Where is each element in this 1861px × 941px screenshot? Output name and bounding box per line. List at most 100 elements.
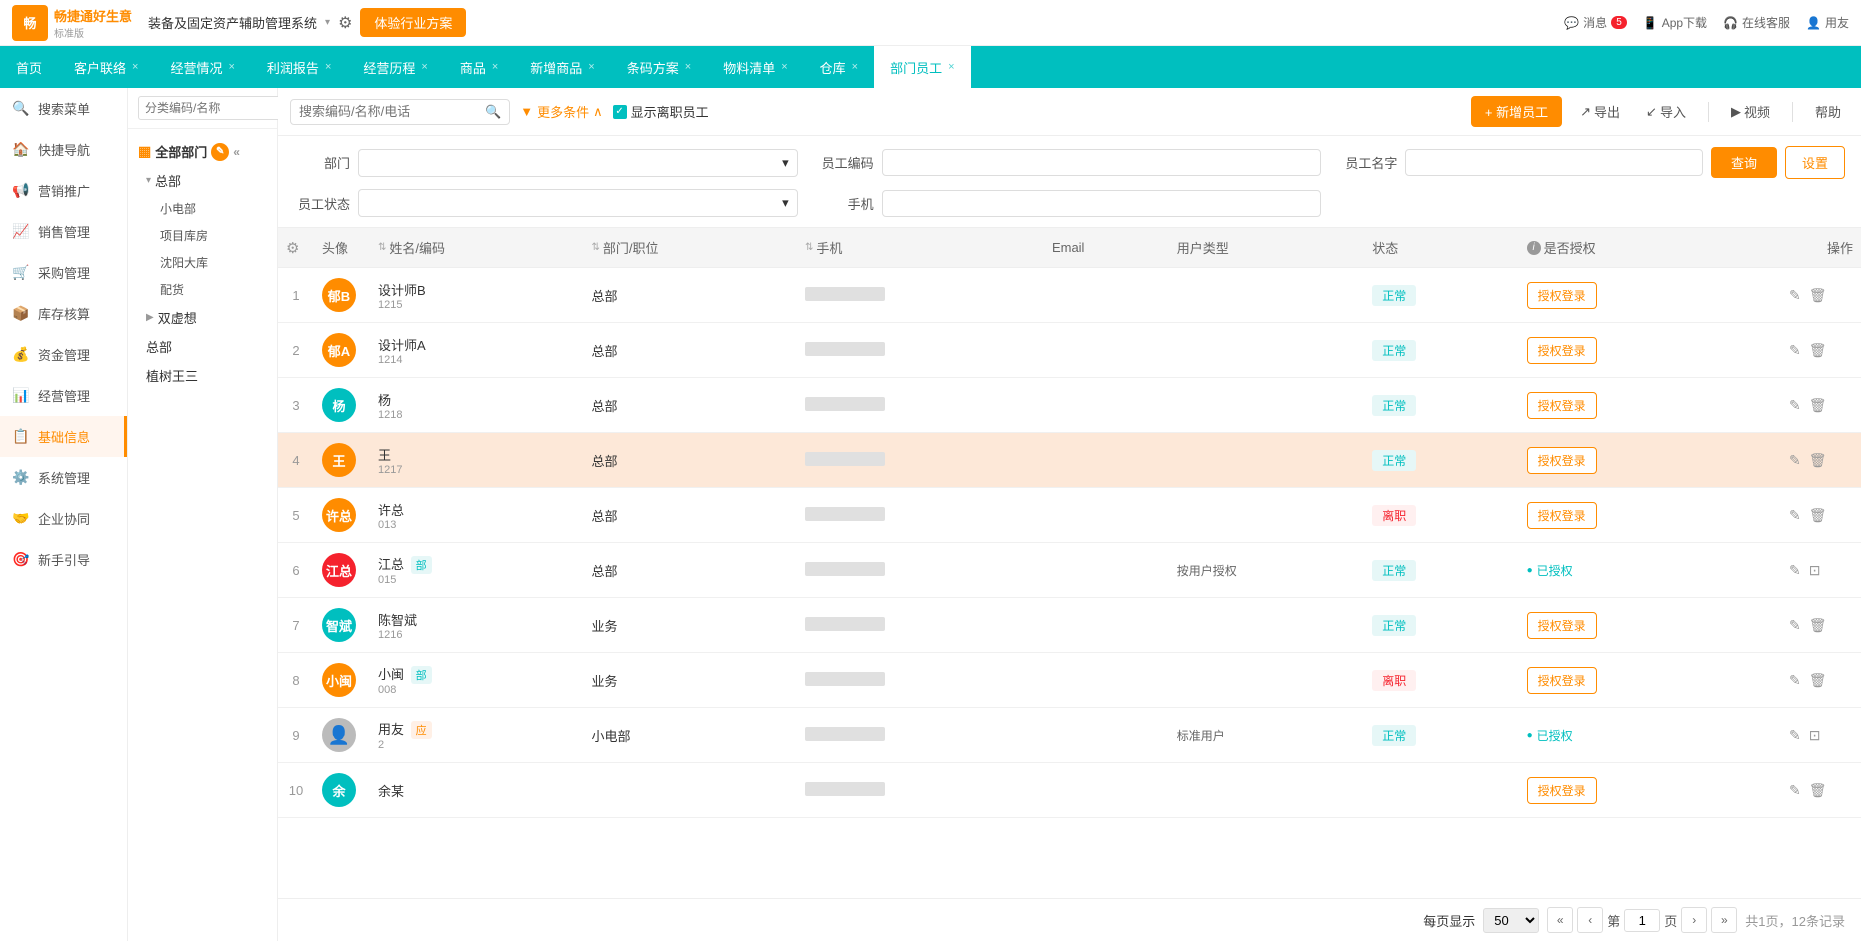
edit-icon-1[interactable]: ✎ (1789, 287, 1801, 304)
search-input[interactable] (299, 104, 479, 119)
tab-bom[interactable]: 物料清单× (707, 46, 803, 88)
delete-icon-4[interactable]: 🗑 (1809, 452, 1827, 469)
auth-btn-2[interactable]: 授权登录 (1527, 337, 1597, 364)
settings-icon[interactable]: ⚙ (286, 240, 299, 257)
show-resigned-toggle[interactable]: ✓ 显示离职员工 (613, 102, 709, 121)
tab-newgoods-close[interactable]: × (588, 61, 594, 73)
set-button[interactable]: 设置 (1785, 146, 1845, 179)
auth-info-icon[interactable]: i (1527, 241, 1541, 255)
tab-dept-employee[interactable]: 部门员工× (874, 46, 970, 88)
auth-btn-3[interactable]: 授权登录 (1527, 392, 1597, 419)
edit-icon-10[interactable]: ✎ (1789, 782, 1801, 799)
tab-customer-close[interactable]: × (132, 61, 138, 73)
auth-btn-4[interactable]: 授权登录 (1527, 447, 1597, 474)
delete-icon-8[interactable]: 🗑 (1809, 672, 1827, 689)
user-action[interactable]: 👤 用友 (1806, 14, 1849, 31)
export-btn[interactable]: ↗ 导出 (1572, 98, 1628, 125)
prev-page-btn[interactable]: ‹ (1577, 907, 1603, 933)
sidebar-item-basic[interactable]: 📋 基础信息 (0, 416, 127, 457)
view-btn[interactable]: ▶ 视频 (1723, 98, 1778, 125)
dept-edit-icon[interactable]: ✎ (211, 143, 229, 161)
next-page-btn[interactable]: › (1681, 907, 1707, 933)
sidebar-item-finance[interactable]: 💰 资金管理 (0, 334, 127, 375)
sidebar-item-quicknav[interactable]: 🏠 快捷导航 (0, 129, 127, 170)
auth-btn-10[interactable]: 授权登录 (1527, 777, 1597, 804)
tab-bom-close[interactable]: × (781, 61, 787, 73)
copy-icon-6[interactable]: ⊡ (1809, 562, 1821, 579)
add-employee-button[interactable]: + 新增员工 (1471, 96, 1562, 127)
sidebar-item-search[interactable]: 🔍 搜索菜单 (0, 88, 127, 129)
delete-icon-3[interactable]: 🗑 (1809, 397, 1827, 414)
sidebar-item-collab[interactable]: 🤝 企业协同 (0, 498, 127, 539)
tab-profit[interactable]: 利润报告× (251, 46, 347, 88)
help-btn[interactable]: 帮助 (1807, 98, 1849, 125)
sidebar-item-system[interactable]: ⚙️ 系统管理 (0, 457, 127, 498)
edit-icon-4[interactable]: ✎ (1789, 452, 1801, 469)
delete-icon-5[interactable]: 🗑 (1809, 507, 1827, 524)
tab-bizhistory-close[interactable]: × (421, 61, 427, 73)
system-title-arrow[interactable]: ▾ (325, 17, 330, 28)
edit-icon-7[interactable]: ✎ (1789, 617, 1801, 634)
delete-icon-7[interactable]: 🗑 (1809, 617, 1827, 634)
dept-group-shuangxu-label[interactable]: ▶ 双虚想 (136, 303, 277, 332)
filter-dept-select[interactable]: ▾ (358, 149, 798, 177)
sort-dept-icon[interactable]: ⇅ (592, 242, 600, 253)
trial-button[interactable]: 体验行业方案 (360, 8, 466, 37)
auth-btn-8[interactable]: 授权登录 (1527, 667, 1597, 694)
dept-group-zongbu2-label[interactable]: 总部 (136, 332, 277, 361)
auth-btn-5[interactable]: 授权登录 (1527, 502, 1597, 529)
dept-group-zhishu-label[interactable]: 植树王三 (136, 361, 277, 390)
sidebar-item-sales[interactable]: 📈 销售管理 (0, 211, 127, 252)
sidebar-item-guide[interactable]: 🎯 新手引导 (0, 539, 127, 580)
tab-warehouse[interactable]: 仓库× (804, 46, 874, 88)
dept-group-zongbu-label[interactable]: ▾ 总部 (136, 166, 277, 195)
tab-home[interactable]: 首页 (0, 46, 58, 88)
edit-icon-5[interactable]: ✎ (1789, 507, 1801, 524)
delete-icon-2[interactable]: 🗑 (1809, 342, 1827, 359)
page-size-select[interactable]: 50 20 100 (1483, 908, 1539, 933)
tab-bizhistory[interactable]: 经营历程× (347, 46, 443, 88)
edit-icon-9[interactable]: ✎ (1789, 727, 1801, 744)
filter-phone-input[interactable] (882, 190, 1322, 217)
tab-newgoods[interactable]: 新增商品× (514, 46, 610, 88)
filter-empname-input[interactable] (1405, 149, 1703, 176)
app-download-action[interactable]: 📱 App下载 (1643, 14, 1707, 31)
last-page-btn[interactable]: » (1711, 907, 1737, 933)
first-page-btn[interactable]: « (1547, 907, 1573, 933)
sidebar-item-purchase[interactable]: 🛒 采购管理 (0, 252, 127, 293)
sidebar-item-bizmanage[interactable]: 📊 经营管理 (0, 375, 127, 416)
message-action[interactable]: 💬 消息 5 (1564, 14, 1627, 31)
edit-icon-8[interactable]: ✎ (1789, 672, 1801, 689)
tab-operation-close[interactable]: × (228, 61, 234, 73)
auth-btn-7[interactable]: 授权登录 (1527, 612, 1597, 639)
sort-name-icon[interactable]: ⇅ (378, 242, 386, 253)
tab-goods[interactable]: 商品× (444, 46, 514, 88)
filter-empcode-input[interactable] (882, 149, 1322, 176)
auth-btn-1[interactable]: 授权登录 (1527, 282, 1597, 309)
query-button[interactable]: 查询 (1711, 147, 1777, 178)
search-input-icon[interactable]: 🔍 (485, 104, 501, 120)
filter-empstatus-select[interactable]: ▾ (358, 189, 798, 217)
delete-icon-10[interactable]: 🗑 (1809, 782, 1827, 799)
tab-profit-close[interactable]: × (325, 61, 331, 73)
tab-barcode[interactable]: 条码方案× (611, 46, 707, 88)
tab-dept-employee-close[interactable]: × (948, 61, 954, 73)
tab-goods-close[interactable]: × (492, 61, 498, 73)
online-service-action[interactable]: 🎧 在线客服 (1723, 14, 1790, 31)
dept-child-peihuo[interactable]: 配货 (136, 276, 277, 303)
import-btn[interactable]: ↙ 导入 (1638, 98, 1694, 125)
sidebar-item-marketing[interactable]: 📢 营销推广 (0, 170, 127, 211)
dept-child-xiangmu[interactable]: 项目库房 (136, 222, 277, 249)
sidebar-item-inventory[interactable]: 📦 库存核算 (0, 293, 127, 334)
tab-customer[interactable]: 客户联络× (58, 46, 154, 88)
delete-icon-1[interactable]: 🗑 (1809, 287, 1827, 304)
dept-child-xiaodianbu[interactable]: 小电部 (136, 195, 277, 222)
edit-icon-6[interactable]: ✎ (1789, 562, 1801, 579)
tab-warehouse-close[interactable]: × (852, 61, 858, 73)
gear-button[interactable]: ⚙ (338, 13, 352, 33)
tab-operation[interactable]: 经营情况× (154, 46, 250, 88)
dept-collapse-btn[interactable]: « (233, 145, 240, 159)
dept-child-shenyang[interactable]: 沈阳大库 (136, 249, 277, 276)
edit-icon-3[interactable]: ✎ (1789, 397, 1801, 414)
page-input[interactable] (1624, 909, 1660, 932)
